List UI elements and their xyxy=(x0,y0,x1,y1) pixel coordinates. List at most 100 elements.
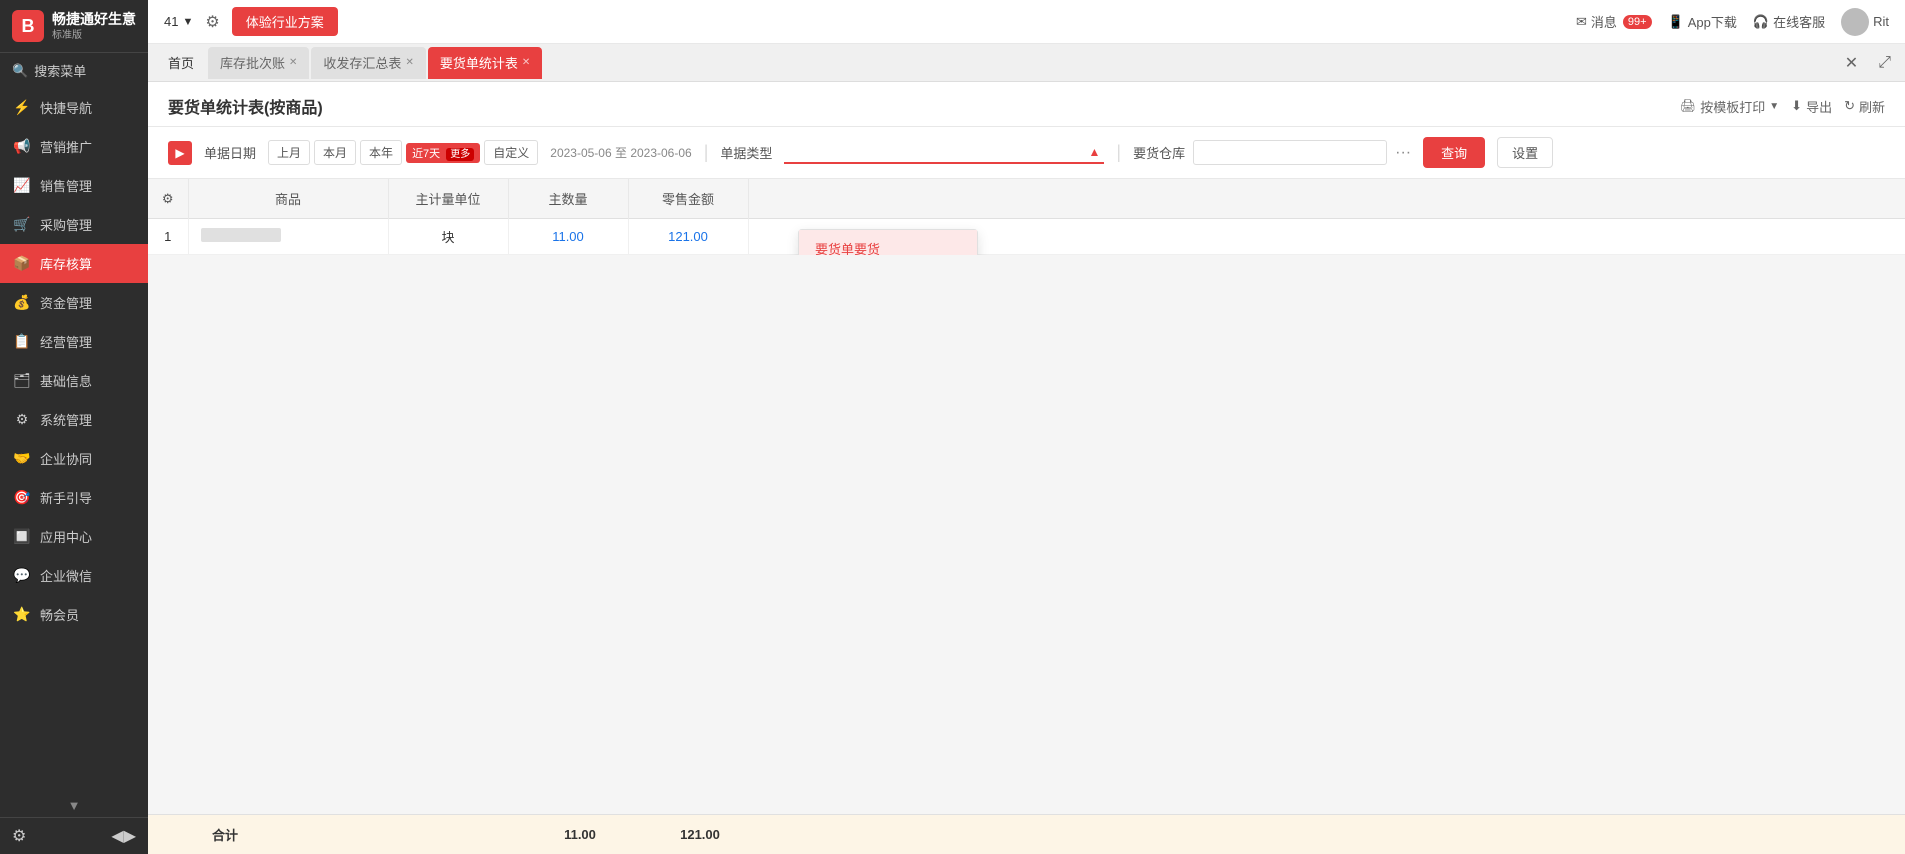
date-btn-custom[interactable]: 自定义 xyxy=(484,140,538,165)
col-extra xyxy=(748,179,1905,219)
date-filter-btns: 上月 本月 本年 近7天 更多 自定义 xyxy=(268,140,538,165)
sidebar-item-enterprise[interactable]: 🤝 企业协同 xyxy=(0,439,148,478)
footer-label: 合计 xyxy=(200,825,400,844)
dropdown-item-requisition-order[interactable]: 要货单要货 xyxy=(799,230,977,255)
tab-expand-button[interactable]: ⤢ xyxy=(1872,52,1897,74)
content-area: 要货单统计表(按商品) 🖨 按模板打印 ▼ ⬇ 导出 ↻ 刷新 xyxy=(148,82,1905,854)
enterprise-icon: 🤝 xyxy=(12,450,32,467)
export-icon: ⬇ xyxy=(1791,98,1802,114)
more-badge: 更多 xyxy=(446,148,474,161)
message-icon: ✉ xyxy=(1576,14,1587,30)
filter-expand-button[interactable]: ▶ xyxy=(168,141,192,165)
header-left: 41 ▼ ⚙ 体验行业方案 xyxy=(164,7,338,36)
sidebar-item-label: 库存核算 xyxy=(40,254,92,273)
settings-gear-icon[interactable]: ⚙ xyxy=(205,12,219,32)
tab-batch-account-close[interactable]: ✕ xyxy=(289,57,297,68)
messages-btn[interactable]: ✉ 消息 99+ xyxy=(1576,12,1652,31)
online-service-label: 在线客服 xyxy=(1773,12,1825,31)
members-icon: ⭐ xyxy=(12,606,32,623)
sidebar-item-inventory[interactable]: 📦 库存核算 xyxy=(0,244,148,283)
sidebar-item-operations[interactable]: 📋 经营管理 xyxy=(0,322,148,361)
sidebar-scroll-down[interactable]: ▼ xyxy=(0,794,148,817)
page-title: 要货单统计表(按商品) xyxy=(168,94,323,118)
system-icon: ⚙ xyxy=(12,411,32,428)
filter-divider-1: | xyxy=(704,142,709,163)
sidebar-item-guide[interactable]: 🎯 新手引导 xyxy=(0,478,148,517)
row-index: 1 xyxy=(148,219,188,255)
sidebar-item-sales[interactable]: 📈 销售管理 xyxy=(0,166,148,205)
data-table: ⚙ 商品 主计量单位 主数量 零 xyxy=(148,179,1905,255)
basics-icon: 🗂 xyxy=(12,372,32,389)
sidebar-item-label: 畅会员 xyxy=(40,605,79,624)
messages-badge: 99+ xyxy=(1623,15,1652,29)
setting-button[interactable]: 设置 xyxy=(1497,137,1553,168)
tab-receipt-summary-close[interactable]: ✕ xyxy=(405,57,413,68)
date-btn-prev-month[interactable]: 上月 xyxy=(268,140,310,165)
sidebar-item-apps[interactable]: 🔲 应用中心 xyxy=(0,517,148,556)
export-btn[interactable]: ⬇ 导出 xyxy=(1791,97,1832,116)
sidebar-item-system[interactable]: ⚙ 系统管理 xyxy=(0,400,148,439)
col-quantity: 主数量 xyxy=(508,179,628,219)
tab-requisition-stats[interactable]: 要货单统计表 ✕ xyxy=(428,47,542,79)
date-btn-last-7days[interactable]: 近7天 更多 xyxy=(406,143,480,163)
row-unit: 块 xyxy=(388,219,508,255)
sidebar-item-finance[interactable]: 💰 资金管理 xyxy=(0,283,148,322)
sidebar-item-quick-nav[interactable]: ⚡ 快捷导航 xyxy=(0,88,148,127)
search-icon: 🔍 xyxy=(12,63,28,79)
filter-area: ▶ 单据日期 上月 本月 本年 近7天 更多 自定义 2023-05-06 至 … xyxy=(148,127,1905,179)
sidebar-item-label: 新手引导 xyxy=(40,488,92,507)
print-label: 按模板打印 xyxy=(1700,97,1765,116)
warehouse-more-btn[interactable]: ··· xyxy=(1395,144,1411,162)
app-download-btn[interactable]: 📱 App下载 xyxy=(1668,12,1737,31)
user-name: Rit xyxy=(1873,14,1889,29)
chevron-down-icon: ▼ xyxy=(182,16,193,28)
tab-close-all-button[interactable]: ✕ xyxy=(1839,51,1864,75)
refresh-btn[interactable]: ↻ 刷新 xyxy=(1844,97,1885,116)
date-filter-label: 单据日期 xyxy=(204,143,256,162)
date-btn-this-month[interactable]: 本月 xyxy=(314,140,356,165)
user-avatar-area[interactable]: Rit xyxy=(1841,8,1889,36)
sidebar-settings-icon[interactable]: ⚙ xyxy=(12,826,26,846)
print-chevron-icon: ▼ xyxy=(1769,101,1779,112)
tab-receipt-summary-label: 收发存汇总表 xyxy=(323,53,401,72)
sidebar-search[interactable]: 🔍 搜索菜单 xyxy=(0,53,148,88)
sidebar-item-label: 采购管理 xyxy=(40,215,92,234)
sidebar-item-basics[interactable]: 🗂 基础信息 xyxy=(0,361,148,400)
table-settings-icon[interactable]: ⚙ xyxy=(162,191,174,206)
sidebar-collapse-icon[interactable]: ◀▶ xyxy=(111,826,136,846)
tab-requisition-stats-close[interactable]: ✕ xyxy=(522,57,530,68)
table-wrapper: ⚙ 商品 主计量单位 主数量 零 xyxy=(148,179,1905,255)
warehouse-filter-input[interactable] xyxy=(1193,140,1387,165)
query-button[interactable]: 查询 xyxy=(1423,137,1485,168)
table-header-row: ⚙ 商品 主计量单位 主数量 零 xyxy=(148,179,1905,219)
tab-home[interactable]: 首页 xyxy=(156,47,206,79)
inventory-icon: 📦 xyxy=(12,255,32,272)
sidebar-item-label: 企业微信 xyxy=(40,566,92,585)
tab-batch-account[interactable]: 库存批次账 ✕ xyxy=(208,47,309,79)
sidebar-item-marketing[interactable]: 📢 营销推广 xyxy=(0,127,148,166)
online-service-btn[interactable]: 🎧 在线客服 xyxy=(1753,12,1825,31)
type-filter-toggle[interactable]: ▲ xyxy=(1085,145,1105,159)
tabs-bar: 首页 库存批次账 ✕ 收发存汇总表 ✕ 要货单统计表 ✕ ✕ ⤢ xyxy=(148,44,1905,82)
tab-receipt-summary[interactable]: 收发存汇总表 ✕ xyxy=(311,47,425,79)
marketing-icon: 📢 xyxy=(12,138,32,155)
sidebar-item-wechat[interactable]: 💬 企业微信 xyxy=(0,556,148,595)
store-selector[interactable]: 41 ▼ xyxy=(164,14,193,29)
quick-nav-icon: ⚡ xyxy=(12,99,32,116)
print-template-btn[interactable]: 🖨 按模板打印 ▼ xyxy=(1680,97,1779,116)
apps-icon: 🔲 xyxy=(12,528,32,545)
sidebar-item-purchase[interactable]: 🛒 采购管理 xyxy=(0,205,148,244)
type-filter-input[interactable] xyxy=(784,141,1084,162)
trial-industry-button[interactable]: 体验行业方案 xyxy=(232,7,338,36)
top-header: 41 ▼ ⚙ 体验行业方案 ✉ 消息 99+ 📱 App下载 🎧 在线客服 R xyxy=(148,0,1905,44)
sidebar-item-label: 基础信息 xyxy=(40,371,92,390)
export-label: 导出 xyxy=(1806,97,1832,116)
type-filter-label: 单据类型 xyxy=(720,143,772,162)
app-brand-name: 畅捷通好生意 xyxy=(52,10,136,28)
col-product: 商品 xyxy=(188,179,388,219)
page-content: 要货单统计表(按商品) 🖨 按模板打印 ▼ ⬇ 导出 ↻ 刷新 xyxy=(148,82,1905,814)
app-download-label: App下载 xyxy=(1688,12,1737,31)
sidebar-search-label: 搜索菜单 xyxy=(34,61,86,80)
sidebar-item-members[interactable]: ⭐ 畅会员 xyxy=(0,595,148,634)
date-btn-this-year[interactable]: 本年 xyxy=(360,140,402,165)
